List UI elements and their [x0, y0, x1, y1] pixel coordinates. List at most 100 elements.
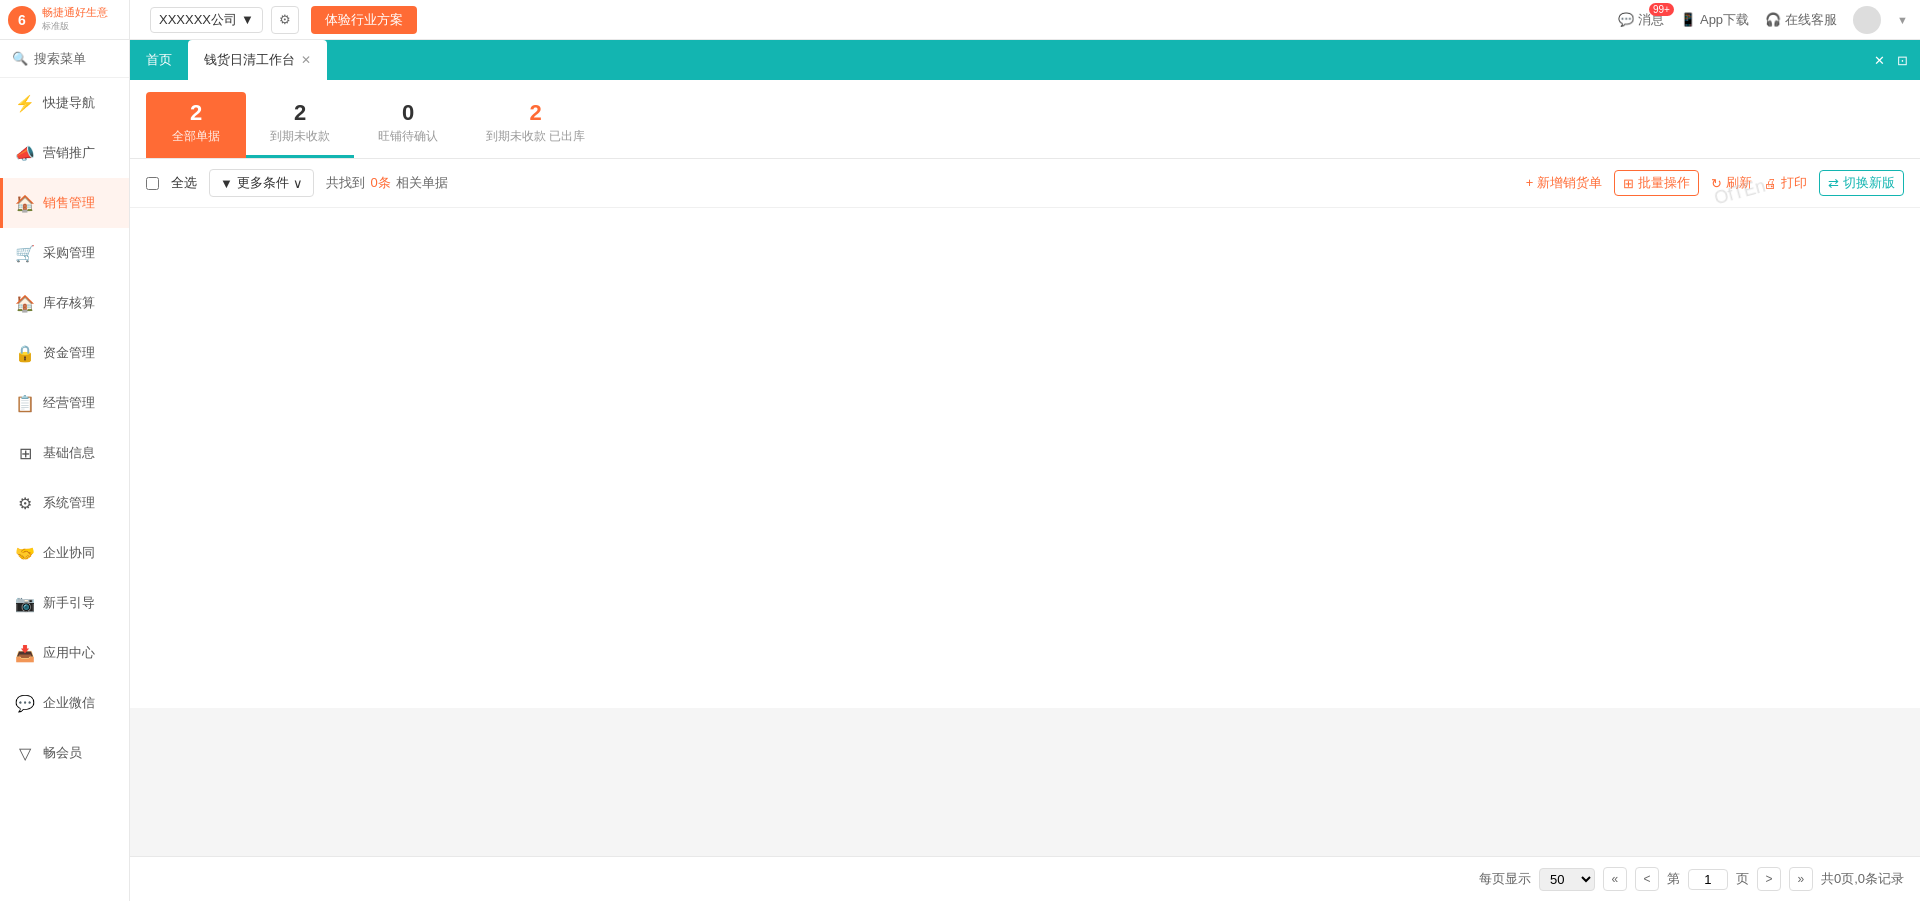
settings-icon: ⚙ — [279, 12, 291, 27]
app-download-btn[interactable]: 📱 App下载 — [1680, 11, 1749, 29]
refresh-icon: ↻ — [1711, 176, 1722, 191]
page-size-label: 每页显示 — [1479, 870, 1531, 888]
sidebar-label-member: 畅会员 — [43, 744, 82, 762]
online-service-btn[interactable]: 🎧 在线客服 — [1765, 11, 1837, 29]
sidebar: 6 畅捷通好生意 标准版 🔍 搜索菜单 ⚡ 快捷导航 📣 营销推广 🏠 销售管理… — [0, 0, 130, 901]
switch-label: 切换新版 — [1843, 174, 1895, 192]
operations-icon: 📋 — [15, 393, 35, 413]
sidebar-item-app-center[interactable]: 📥 应用中心 — [0, 628, 129, 678]
print-btn[interactable]: 🖨 打印 — [1764, 174, 1807, 192]
tab-home[interactable]: 首页 — [130, 40, 188, 80]
sidebar-label-basic-info: 基础信息 — [43, 444, 95, 462]
page-label-prefix: 第 — [1667, 870, 1680, 888]
sidebar-item-operations[interactable]: 📋 经营管理 — [0, 378, 129, 428]
sidebar-item-inventory[interactable]: 🏠 库存核算 — [0, 278, 129, 328]
refresh-label: 刷新 — [1726, 174, 1752, 192]
select-all-label: 全选 — [171, 174, 197, 192]
starter-guide-icon: 📷 — [15, 593, 35, 613]
tab-workbench-label: 钱货日清工作台 — [204, 51, 295, 69]
stat-label-all: 全部单据 — [170, 128, 222, 145]
sidebar-item-capital[interactable]: 🔒 资金管理 — [0, 328, 129, 378]
next-page-btn[interactable]: > — [1757, 867, 1781, 891]
print-icon: 🖨 — [1764, 176, 1777, 191]
last-page-icon: » — [1798, 872, 1805, 886]
stat-num-overdue: 2 — [270, 100, 330, 126]
found-suffix: 相关单据 — [396, 175, 448, 190]
sidebar-item-marketing[interactable]: 📣 营销推广 — [0, 128, 129, 178]
top-bar: XXXXXX公司 ▼ ⚙ 体验行业方案 💬 消息 99+ 📱 App下载 🎧 在… — [130, 0, 1920, 40]
stat-tab-all[interactable]: 2 全部单据 — [146, 92, 246, 158]
found-prefix: 共找到 — [326, 175, 365, 190]
message-btn[interactable]: 💬 消息 99+ — [1618, 11, 1664, 29]
chevron-icon: ∨ — [293, 176, 303, 191]
tab-close-icon[interactable]: ✕ — [301, 53, 311, 67]
tab-workbench[interactable]: 钱货日清工作台 ✕ — [188, 40, 327, 80]
stat-num-all: 2 — [170, 100, 222, 126]
stat-tab-pending[interactable]: 0 旺铺待确认 — [354, 92, 462, 158]
logo-sub: 标准版 — [42, 20, 108, 33]
filter-btn[interactable]: ▼ 更多条件 ∨ — [209, 169, 314, 197]
message-icon: 💬 — [1618, 12, 1634, 27]
sidebar-item-starter-guide[interactable]: 📷 新手引导 — [0, 578, 129, 628]
app-download-label: App下载 — [1700, 11, 1749, 29]
first-page-btn[interactable]: « — [1603, 867, 1627, 891]
first-page-icon: « — [1612, 872, 1619, 886]
prev-page-btn[interactable]: < — [1635, 867, 1659, 891]
sidebar-item-purchase[interactable]: 🛒 采购管理 — [0, 228, 129, 278]
sidebar-label-system: 系统管理 — [43, 494, 95, 512]
settings-button[interactable]: ⚙ — [271, 6, 299, 34]
online-service-label: 在线客服 — [1785, 11, 1837, 29]
refresh-btn[interactable]: ↻ 刷新 — [1711, 174, 1752, 192]
found-text: 共找到 0条 相关单据 — [326, 174, 448, 192]
tab-close-btn[interactable]: ✕ — [1874, 53, 1885, 68]
new-sale-btn[interactable]: + 新增销货单 — [1526, 174, 1602, 192]
last-page-btn[interactable]: » — [1789, 867, 1813, 891]
app-center-icon: 📥 — [15, 643, 35, 663]
sidebar-label-quick-nav: 快捷导航 — [43, 94, 95, 112]
avatar[interactable] — [1853, 6, 1881, 34]
stats-bar: 2 全部单据 2 到期未收款 0 旺铺待确认 2 到期未收款 已出库 — [130, 80, 1920, 159]
user-name[interactable]: ▼ — [1897, 14, 1908, 26]
experience-btn[interactable]: 体验行业方案 — [311, 6, 417, 34]
sidebar-label-capital: 资金管理 — [43, 344, 95, 362]
main-content: 2 全部单据 2 到期未收款 0 旺铺待确认 2 到期未收款 已出库 全选 ▼ … — [130, 80, 1920, 901]
sidebar-label-inventory: 库存核算 — [43, 294, 95, 312]
sidebar-item-quick-nav[interactable]: ⚡ 快捷导航 — [0, 78, 129, 128]
sidebar-item-basic-info[interactable]: ⊞ 基础信息 — [0, 428, 129, 478]
basic-info-icon: ⊞ — [15, 443, 35, 463]
sidebar-label-app-center: 应用中心 — [43, 644, 95, 662]
batch-label: 批量操作 — [1638, 174, 1690, 192]
sidebar-search[interactable]: 🔍 搜索菜单 — [0, 40, 129, 78]
sidebar-item-system[interactable]: ⚙ 系统管理 — [0, 478, 129, 528]
stat-num-pending: 0 — [378, 100, 438, 126]
stat-tab-overdue-shipped[interactable]: 2 到期未收款 已出库 — [462, 92, 609, 158]
batch-btn[interactable]: ⊞ 批量操作 — [1614, 170, 1699, 196]
sidebar-item-sales[interactable]: 🏠 销售管理 — [0, 178, 129, 228]
select-all-checkbox[interactable] — [146, 177, 159, 190]
message-badge: 99+ — [1649, 3, 1674, 16]
enterprise-collab-icon: 🤝 — [15, 543, 35, 563]
tab-maximize-btn[interactable]: ⊡ — [1897, 53, 1908, 68]
page-number-input[interactable] — [1688, 869, 1728, 890]
logo-icon: 6 — [8, 6, 36, 34]
switch-btn[interactable]: ⇄ 切换新版 — [1819, 170, 1904, 196]
sidebar-nav: ⚡ 快捷导航 📣 营销推广 🏠 销售管理 🛒 采购管理 🏠 库存核算 🔒 资金管… — [0, 78, 129, 901]
inventory-icon: 🏠 — [15, 293, 35, 313]
logo-text: 畅捷通好生意 — [42, 6, 108, 19]
sidebar-label-starter-guide: 新手引导 — [43, 594, 95, 612]
page-size-select[interactable]: 50 100 — [1539, 868, 1595, 891]
enterprise-wechat-icon: 💬 — [15, 693, 35, 713]
nav-tabs: 首页 钱货日清工作台 ✕ ✕ ⊡ — [130, 40, 1920, 80]
sidebar-label-marketing: 营销推广 — [43, 144, 95, 162]
company-selector[interactable]: XXXXXX公司 ▼ — [150, 7, 263, 33]
sidebar-item-member[interactable]: ▽ 畅会员 — [0, 728, 129, 778]
stat-tab-overdue[interactable]: 2 到期未收款 — [246, 92, 354, 158]
quick-nav-icon: ⚡ — [15, 93, 35, 113]
sidebar-item-enterprise-collab[interactable]: 🤝 企业协同 — [0, 528, 129, 578]
stat-label-overdue: 到期未收款 — [270, 128, 330, 145]
page-label: 页 — [1736, 870, 1749, 888]
sidebar-item-enterprise-wechat[interactable]: 💬 企业微信 — [0, 678, 129, 728]
sidebar-label-operations: 经营管理 — [43, 394, 95, 412]
next-page-icon: > — [1765, 872, 1772, 886]
switch-icon: ⇄ — [1828, 176, 1839, 191]
